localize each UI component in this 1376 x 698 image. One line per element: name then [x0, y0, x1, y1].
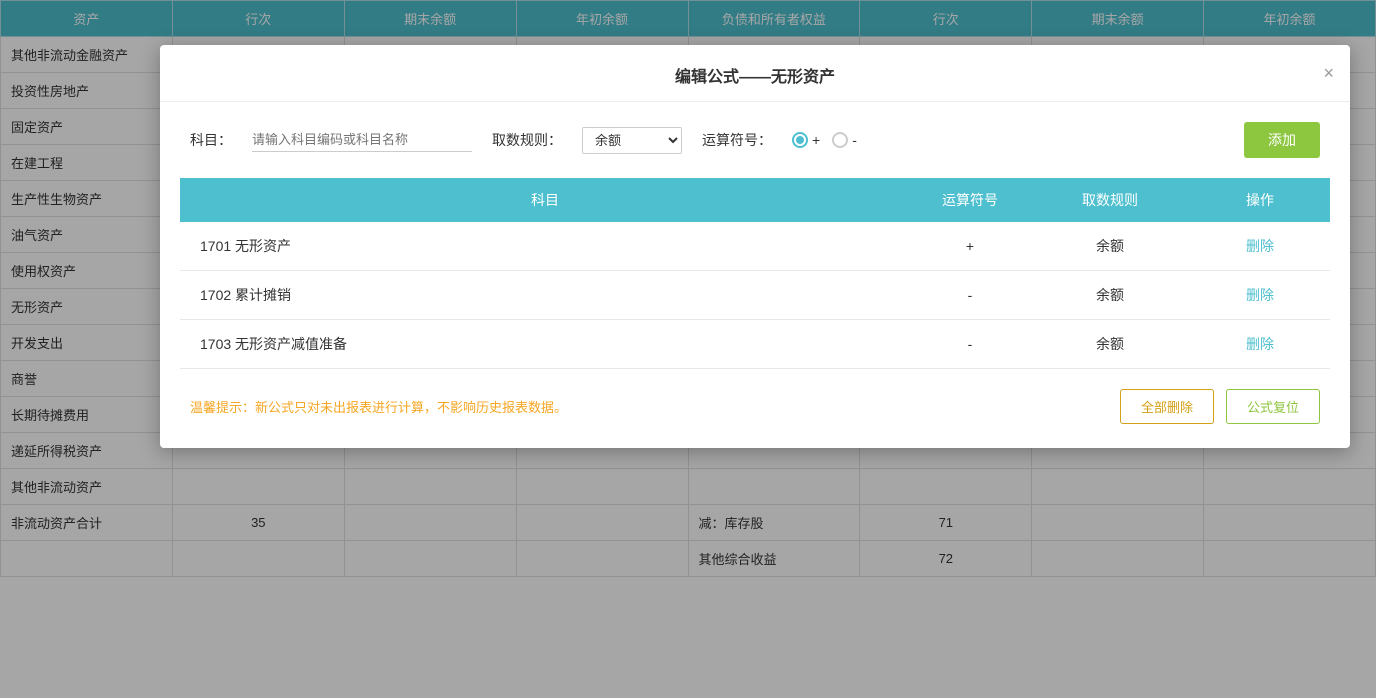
add-button[interactable]: 添加 [1244, 122, 1320, 158]
modal-close-button[interactable]: × [1323, 64, 1334, 82]
row-action-2: 删除 [1190, 320, 1330, 369]
operator-minus-label: - [852, 132, 857, 148]
row-action-0: 删除 [1190, 222, 1330, 271]
modal-title: 编辑公式——无形资产 [675, 63, 835, 87]
footer-buttons: 全部删除 公式复位 [1120, 389, 1320, 424]
reset-formula-button[interactable]: 公式复位 [1226, 389, 1320, 424]
delete-button-0[interactable]: 删除 [1246, 238, 1274, 254]
rule-label: 取数规则： [492, 130, 562, 150]
table-header-row: 科目 运算符号 取数规则 操作 [180, 178, 1330, 222]
delete-all-button[interactable]: 全部删除 [1120, 389, 1214, 424]
row-rule-2: 余额 [1030, 320, 1190, 369]
operator-minus-radio[interactable]: - [832, 132, 857, 148]
formula-table-wrap: 科目 运算符号 取数规则 操作 1701 无形资产+余额删除1702 累计摊销-… [160, 178, 1350, 369]
operator-plus-circle [792, 132, 808, 148]
formula-table: 科目 运算符号 取数规则 操作 1701 无形资产+余额删除1702 累计摊销-… [180, 178, 1330, 369]
delete-button-2[interactable]: 删除 [1246, 336, 1274, 352]
row-rule-0: 余额 [1030, 222, 1190, 271]
row-subject-2: 1703 无形资产减值准备 [180, 320, 910, 369]
th-operator: 运算符号 [910, 178, 1030, 222]
row-operator-1: - [910, 271, 1030, 320]
formula-form: 科目： 取数规则： 余额 借方 贷方 借方累计 贷方累计 运算符号： + - 添… [160, 102, 1350, 178]
operator-label: 运算符号： [702, 130, 772, 150]
modal-header: 编辑公式——无形资产 × [160, 45, 1350, 102]
rule-select-wrap: 余额 借方 贷方 借方累计 贷方累计 [582, 127, 682, 154]
th-rule: 取数规则 [1030, 178, 1190, 222]
table-row: 1702 累计摊销-余额 删除 [180, 271, 1330, 320]
tip-text: 温馨提示：新公式只对未出报表进行计算，不影响历史报表数据。 [190, 397, 567, 416]
th-subject: 科目 [180, 178, 910, 222]
subject-label: 科目： [190, 130, 232, 150]
row-operator-2: - [910, 320, 1030, 369]
row-operator-0: + [910, 222, 1030, 271]
row-action-1: 删除 [1190, 271, 1330, 320]
row-subject-1: 1702 累计摊销 [180, 271, 910, 320]
operator-group: + - [792, 132, 857, 148]
operator-plus-label: + [812, 132, 820, 148]
subject-input[interactable] [252, 128, 472, 152]
operator-minus-circle [832, 132, 848, 148]
operator-plus-radio[interactable]: + [792, 132, 820, 148]
row-subject-0: 1701 无形资产 [180, 222, 910, 271]
delete-button-1[interactable]: 删除 [1246, 287, 1274, 303]
th-action: 操作 [1190, 178, 1330, 222]
edit-formula-modal: 编辑公式——无形资产 × 科目： 取数规则： 余额 借方 贷方 借方累计 贷方累… [160, 45, 1350, 448]
rule-select[interactable]: 余额 借方 贷方 借方累计 贷方累计 [582, 127, 682, 154]
table-row: 1701 无形资产+余额 删除 [180, 222, 1330, 271]
table-row: 1703 无形资产减值准备-余额 删除 [180, 320, 1330, 369]
row-rule-1: 余额 [1030, 271, 1190, 320]
modal-footer: 温馨提示：新公式只对未出报表进行计算，不影响历史报表数据。 全部删除 公式复位 [160, 369, 1350, 448]
